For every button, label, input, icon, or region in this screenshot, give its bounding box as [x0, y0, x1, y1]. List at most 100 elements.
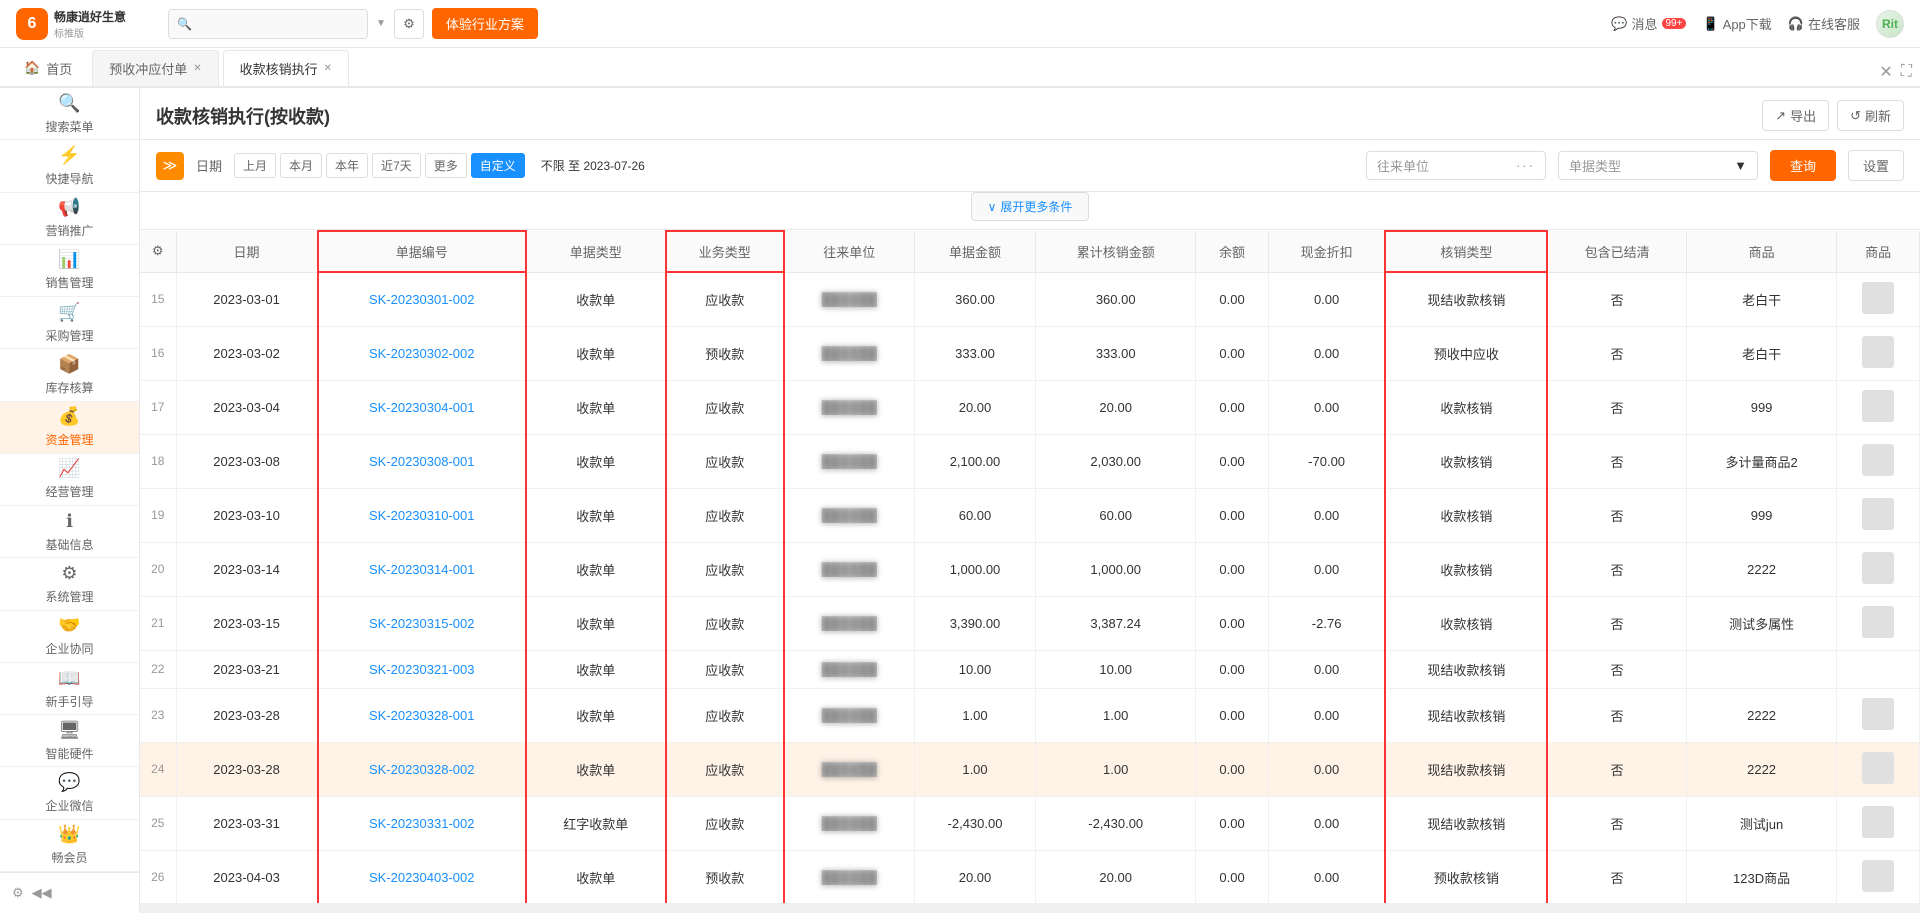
sidebar-item-shortcuts[interactable]: ⚡ 快捷导航 [0, 140, 139, 192]
this-month-button[interactable]: 本月 [280, 153, 322, 178]
sales-icon: 📊 [58, 249, 80, 270]
user-avatar[interactable]: Rit [1876, 10, 1904, 38]
row-goods: 2222 [1686, 742, 1836, 796]
last-7-days-button[interactable]: 近7天 [372, 153, 421, 178]
tab-close-yushou[interactable]: ✕ [193, 63, 201, 74]
row-doc-no: SK-20230328-002 [318, 742, 526, 796]
row-goods-img [1837, 650, 1920, 688]
sidebar-item-purchase[interactable]: 🛒 采购管理 [0, 297, 139, 349]
row-goods: 测试jun [1686, 796, 1836, 850]
sidebar-item-weixin[interactable]: 💬 企业微信 [0, 767, 139, 819]
row-discount: 0.00 [1268, 272, 1385, 326]
custom-date-button[interactable]: 自定义 [471, 153, 525, 178]
sidebar-item-finance[interactable]: 💰 资金管理 [0, 402, 139, 454]
row-cum-amount: 1,000.00 [1036, 542, 1196, 596]
table-row: 26 2023-04-03 SK-20230403-002 收款单 预收款 ██… [140, 850, 1920, 903]
data-table: ⚙ 日期 单据编号 单据类型 业务类型 往来单位 单据金额 累计核销金额 余额 … [140, 230, 1920, 903]
row-balance: 0.00 [1196, 596, 1269, 650]
online-service[interactable]: 🎧 在线客服 [1788, 14, 1860, 33]
row-balance: 0.00 [1196, 542, 1269, 596]
sidebar-item-operation[interactable]: 📈 经营管理 [0, 454, 139, 506]
phone-icon: 📱 [1702, 16, 1718, 32]
row-amount: 2,100.00 [914, 434, 1035, 488]
sidebar-collapse-icon[interactable]: ◀◀ [32, 885, 52, 901]
top-bar-right: 💬 消息 99+ 📱 App下载 🎧 在线客服 Rit [1611, 10, 1904, 38]
sidebar-item-search[interactable]: 🔍 搜索菜单 [0, 88, 139, 140]
row-cum-amount: 360.00 [1036, 272, 1196, 326]
row-num: 16 [140, 326, 176, 380]
trial-button[interactable]: 体验行业方案 [432, 8, 538, 39]
sidebar-item-guide[interactable]: 📖 新手引导 [0, 663, 139, 715]
th-doc-no: 单据编号 [318, 231, 526, 272]
row-balance: 0.00 [1196, 380, 1269, 434]
th-balance: 余额 [1196, 231, 1269, 272]
row-biz-type: 应收款 [666, 688, 784, 742]
finance-icon: 💰 [58, 406, 80, 427]
tab-yushou[interactable]: 预收冲应付单 ✕ [92, 50, 218, 86]
row-cum-amount: 1.00 [1036, 688, 1196, 742]
settings-button[interactable]: ⚙ [394, 9, 424, 39]
sidebar-item-sales[interactable]: 📊 销售管理 [0, 245, 139, 297]
dropdown-arrow-icon[interactable]: ▼ [376, 18, 386, 29]
app-download[interactable]: 📱 App下载 [1702, 14, 1771, 33]
row-num: 22 [140, 650, 176, 688]
row-cum-amount: 2,030.00 [1036, 434, 1196, 488]
row-goods: 123D商品 [1686, 850, 1836, 903]
table-row: 16 2023-03-02 SK-20230302-002 收款单 预收款 ██… [140, 326, 1920, 380]
search-input[interactable]: 🔍 [168, 9, 368, 39]
sidebar-item-hardware[interactable]: 🖥 智能硬件 [0, 715, 139, 767]
row-included: 否 [1547, 488, 1686, 542]
th-included: 包含已结清 [1547, 231, 1686, 272]
sidebar-settings-icon[interactable]: ⚙ [12, 885, 24, 901]
row-discount: 0.00 [1268, 488, 1385, 542]
sidebar-item-vip[interactable]: 👑 畅会员 [0, 820, 139, 872]
sidebar-item-inventory[interactable]: 📦 库存核算 [0, 349, 139, 401]
export-button[interactable]: ↗ 导出 [1762, 100, 1829, 131]
row-balance: 0.00 [1196, 488, 1269, 542]
row-included: 否 [1547, 326, 1686, 380]
row-doc-type: 收款单 [526, 488, 666, 542]
filter-bar: ≫ 日期 上月 本月 本年 近7天 更多 自定义 不限 至 2023-07-26… [140, 140, 1920, 192]
operation-icon: 📈 [58, 458, 80, 479]
sidebar-item-basic[interactable]: ℹ 基础信息 [0, 506, 139, 558]
last-month-button[interactable]: 上月 [234, 153, 276, 178]
row-num: 18 [140, 434, 176, 488]
row-doc-type: 收款单 [526, 650, 666, 688]
tab-close-shoukuan[interactable]: ✕ [324, 63, 332, 74]
row-doc-no: SK-20230308-001 [318, 434, 526, 488]
row-goods-img [1837, 796, 1920, 850]
this-year-button[interactable]: 本年 [326, 153, 368, 178]
row-included: 否 [1547, 796, 1686, 850]
row-cum-amount: 3,387.24 [1036, 596, 1196, 650]
content-area: 收款核销执行(按收款) ↗ 导出 ↺ 刷新 ≫ 日期 上月 本月 本年 近7天 [140, 88, 1920, 913]
sidebar-item-marketing[interactable]: 📢 营销推广 [0, 193, 139, 245]
th-settings[interactable]: ⚙ [140, 231, 176, 272]
row-cancel-type: 收款核销 [1385, 542, 1547, 596]
more-date-button[interactable]: 更多 [425, 153, 467, 178]
table-row: 25 2023-03-31 SK-20230331-002 红字收款单 应收款 … [140, 796, 1920, 850]
row-date: 2023-03-10 [176, 488, 318, 542]
tab-close-window-icon[interactable]: ✕ [1879, 62, 1892, 82]
tab-home[interactable]: 🏠 首页 [8, 50, 88, 86]
sidebar-item-enterprise[interactable]: 🤝 企业协同 [0, 611, 139, 663]
vip-icon: 👑 [58, 824, 80, 845]
row-biz-type: 应收款 [666, 742, 784, 796]
query-button[interactable]: 查询 [1770, 150, 1836, 181]
row-goods: 测试多属性 [1686, 596, 1836, 650]
row-date: 2023-03-15 [176, 596, 318, 650]
table-row: 18 2023-03-08 SK-20230308-001 收款单 应收款 ██… [140, 434, 1920, 488]
tab-shoukuan[interactable]: 收款核销执行 ✕ [223, 50, 349, 86]
row-balance: 0.00 [1196, 850, 1269, 903]
sidebar-item-system[interactable]: ⚙ 系统管理 [0, 558, 139, 610]
row-biz-type: 预收款 [666, 850, 784, 903]
filter-toggle-button[interactable]: ≫ [156, 152, 184, 180]
message-area[interactable]: 💬 消息 99+ [1611, 14, 1686, 33]
expand-more-button[interactable]: ∨ 展开更多条件 [971, 192, 1090, 221]
tab-expand-icon[interactable]: ⛶ [1901, 63, 1912, 81]
filter-settings-button[interactable]: 设置 [1848, 150, 1904, 181]
row-doc-type: 收款单 [526, 434, 666, 488]
partner-filter[interactable]: 往来单位 ··· [1366, 151, 1546, 180]
doc-type-filter[interactable]: 单据类型 ▼ [1558, 151, 1758, 180]
scroll-bar[interactable] [140, 903, 1920, 913]
refresh-button[interactable]: ↺ 刷新 [1837, 100, 1904, 131]
